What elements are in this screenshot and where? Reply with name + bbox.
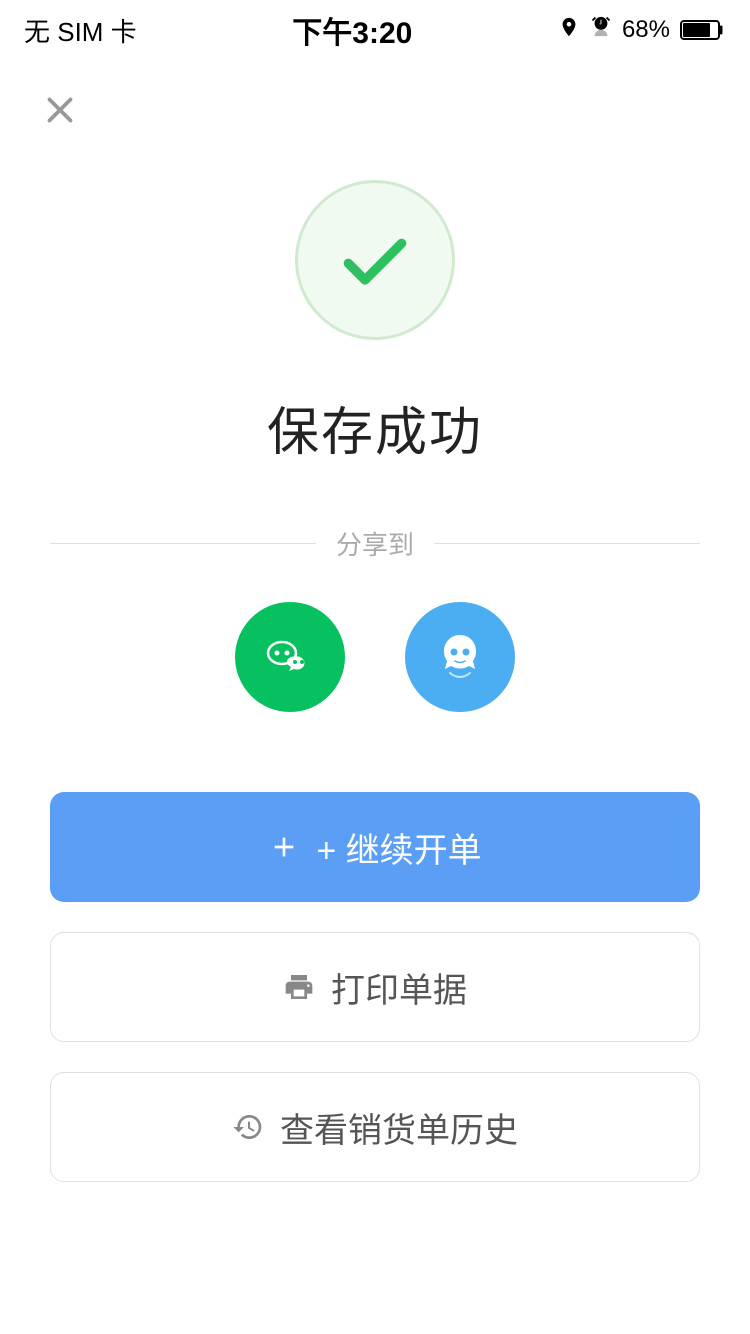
share-icons-row <box>235 602 515 712</box>
alarm-icon <box>590 16 612 45</box>
status-bar: 无 SIM 卡 下午3:20 68% <box>0 0 750 60</box>
divider-left <box>50 543 316 544</box>
checkmark-icon <box>335 220 415 300</box>
wechat-icon <box>260 627 320 687</box>
wechat-share-button[interactable] <box>235 602 345 712</box>
continue-button-label: + 继续开单 <box>316 823 481 872</box>
qq-share-button[interactable] <box>405 602 515 712</box>
continue-button[interactable]: + 继续开单 <box>50 792 700 902</box>
share-label: 分享到 <box>316 525 434 562</box>
plus-icon <box>268 831 300 863</box>
status-time: 下午3:20 <box>292 8 412 52</box>
carrier-text: 无 SIM 卡 <box>24 12 137 49</box>
main-content: 保存成功 分享到 <box>0 140 750 1334</box>
success-icon-circle <box>295 180 455 340</box>
status-right: 68% <box>558 16 726 45</box>
location-icon <box>558 16 580 45</box>
history-button[interactable]: 查看销货单历史 <box>50 1072 700 1182</box>
close-button[interactable] <box>30 80 90 140</box>
print-icon <box>283 971 315 1003</box>
history-button-label: 查看销货单历史 <box>280 1103 518 1152</box>
divider-right <box>434 543 700 544</box>
share-divider-row: 分享到 <box>50 525 700 562</box>
battery-text: 68% <box>622 16 670 44</box>
history-icon <box>232 1111 264 1143</box>
qq-icon <box>430 627 490 687</box>
print-button-label: 打印单据 <box>331 963 467 1012</box>
print-button[interactable]: 打印单据 <box>50 932 700 1042</box>
success-title: 保存成功 <box>267 390 483 465</box>
battery-icon <box>680 18 726 42</box>
status-left: 无 SIM 卡 <box>24 12 147 49</box>
